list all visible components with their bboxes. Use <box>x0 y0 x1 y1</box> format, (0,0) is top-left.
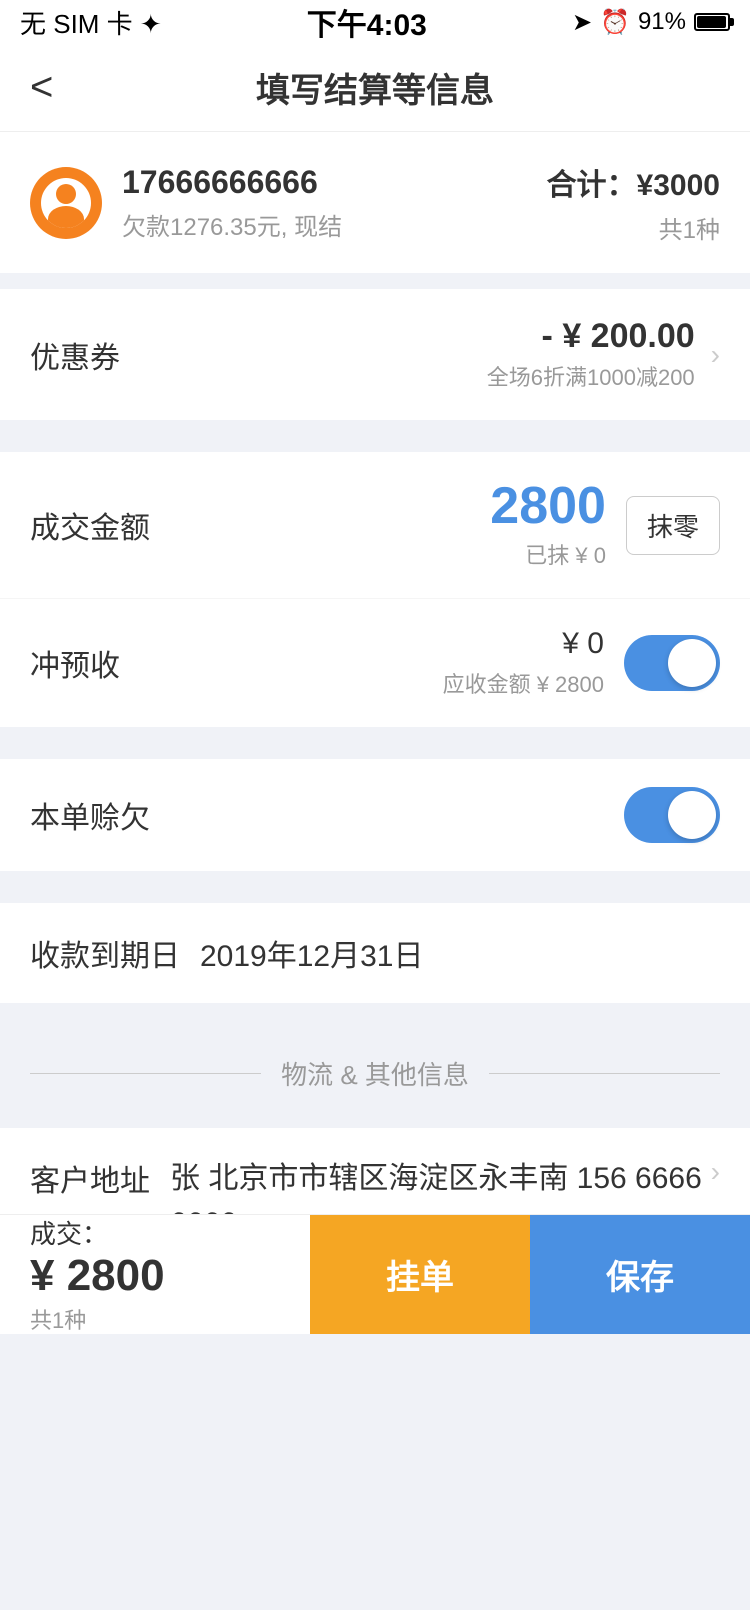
status-right: ➤ ⏰ 91% <box>572 8 730 37</box>
logistics-line-right <box>489 1073 720 1074</box>
toggle-knob <box>668 639 716 687</box>
page-title: 填写结算等信息 <box>256 63 494 112</box>
chevron-right-icon: › <box>711 339 720 371</box>
debt-toggle[interactable] <box>624 787 720 843</box>
debt-toggle-knob <box>668 791 716 839</box>
address-chevron: › <box>705 1156 720 1188</box>
round-button[interactable]: 抹零 <box>626 496 720 555</box>
content-area: 17666666666 欠款1276.35元, 现结 合计：¥3000 共1种 … <box>0 132 750 1610</box>
total-count: 共1种 <box>547 210 720 245</box>
sim-status: 无 SIM 卡 ✦ <box>20 4 162 41</box>
avatar-icon <box>41 178 91 228</box>
avatar <box>30 167 102 239</box>
debt-label: 本单赊欠 <box>30 793 150 837</box>
user-phone: 17666666666 <box>122 164 342 201</box>
bottom-count: 共1种 <box>30 1303 280 1335</box>
form-section-payment: 成交金额 2800 已抹 ¥ 0 抹零 冲预收 ¥ 0 应收金额 ¥ 2800 <box>0 452 750 727</box>
user-card: 17666666666 欠款1276.35元, 现结 合计：¥3000 共1种 <box>0 132 750 273</box>
logistics-divider: 物流 & 其他信息 <box>0 1035 750 1112</box>
save-button[interactable]: 保存 <box>530 1215 750 1334</box>
due-date-row: 收款到期日 2019年12月31日 <box>0 903 750 1003</box>
debt-row: 本单赊欠 <box>0 759 750 871</box>
prepay-amount-content: ¥ 0 应收金额 ¥ 2800 <box>443 627 604 699</box>
address-label: 客户地址 <box>30 1156 150 1200</box>
bottom-buttons: 挂单 保存 <box>310 1215 750 1334</box>
bottom-left: 成交： ¥ 2800 共1种 <box>0 1214 310 1335</box>
prepay-sub: 应收金额 ¥ 2800 <box>443 667 604 699</box>
location-icon: ➤ <box>572 8 592 37</box>
user-left: 17666666666 欠款1276.35元, 现结 <box>30 164 342 242</box>
bottom-label-row: 成交： <box>30 1214 280 1251</box>
amount-row: 成交金额 2800 已抹 ¥ 0 抹零 <box>0 452 750 599</box>
nav-bar: < 填写结算等信息 <box>0 44 750 132</box>
status-bar: 无 SIM 卡 ✦ 下午4:03 ➤ ⏰ 91% <box>0 0 750 44</box>
prepay-label: 冲预收 <box>30 641 120 685</box>
amount-right: 2800 已抹 ¥ 0 抹零 <box>490 480 720 570</box>
due-date-value: 2019年12月31日 <box>200 931 423 975</box>
amount-content: 2800 已抹 ¥ 0 <box>490 480 606 570</box>
amount-label: 成交金额 <box>30 503 150 547</box>
prepay-right: ¥ 0 应收金额 ¥ 2800 <box>443 627 720 699</box>
user-right: 合计：¥3000 共1种 <box>547 160 720 245</box>
prepay-toggle[interactable] <box>624 635 720 691</box>
coupon-row[interactable]: 优惠券 - ¥ 200.00 全场6折满1000减200 › <box>0 289 750 420</box>
section-divider-4 <box>0 1019 750 1035</box>
amount-sub: 已抹 ¥ 0 <box>490 538 606 570</box>
total-amount: 合计：¥3000 <box>547 160 720 204</box>
prepay-amount: ¥ 0 <box>443 627 604 661</box>
status-left: 无 SIM 卡 ✦ <box>20 4 162 41</box>
coupon-discount: - ¥ 200.00 <box>487 317 695 356</box>
section-divider-1 <box>0 436 750 452</box>
coupon-sub: 全场6折满1000减200 <box>487 360 695 392</box>
prepay-row: 冲预收 ¥ 0 应收金额 ¥ 2800 <box>0 599 750 727</box>
due-date-label: 收款到期日 <box>30 931 180 975</box>
amount-value: 2800 <box>490 480 606 532</box>
back-button[interactable]: < <box>30 65 53 110</box>
user-sub: 欠款1276.35元, 现结 <box>122 207 342 242</box>
alarm-icon: ⏰ <box>600 8 630 37</box>
pending-button[interactable]: 挂单 <box>310 1215 530 1334</box>
battery-icon <box>694 13 730 31</box>
logistics-line-left <box>30 1073 261 1074</box>
coupon-right: - ¥ 200.00 全场6折满1000减200 › <box>487 317 720 392</box>
address-chevron-icon: › <box>711 1156 720 1188</box>
coupon-label: 优惠券 <box>30 333 120 377</box>
battery-level: 91% <box>638 8 686 36</box>
logistics-text: 物流 & 其他信息 <box>281 1055 469 1092</box>
coupon-content: - ¥ 200.00 全场6折满1000减200 <box>487 317 695 392</box>
bottom-label: 成交： <box>30 1214 108 1251</box>
bottom-summary: 成交： ¥ 2800 共1种 挂单 保存 <box>0 1214 750 1334</box>
user-info: 17666666666 欠款1276.35元, 现结 <box>122 164 342 242</box>
section-divider-3 <box>0 887 750 903</box>
section-divider-2 <box>0 743 750 759</box>
bottom-amount: ¥ 2800 <box>30 1251 280 1301</box>
status-time: 下午4:03 <box>307 0 427 44</box>
